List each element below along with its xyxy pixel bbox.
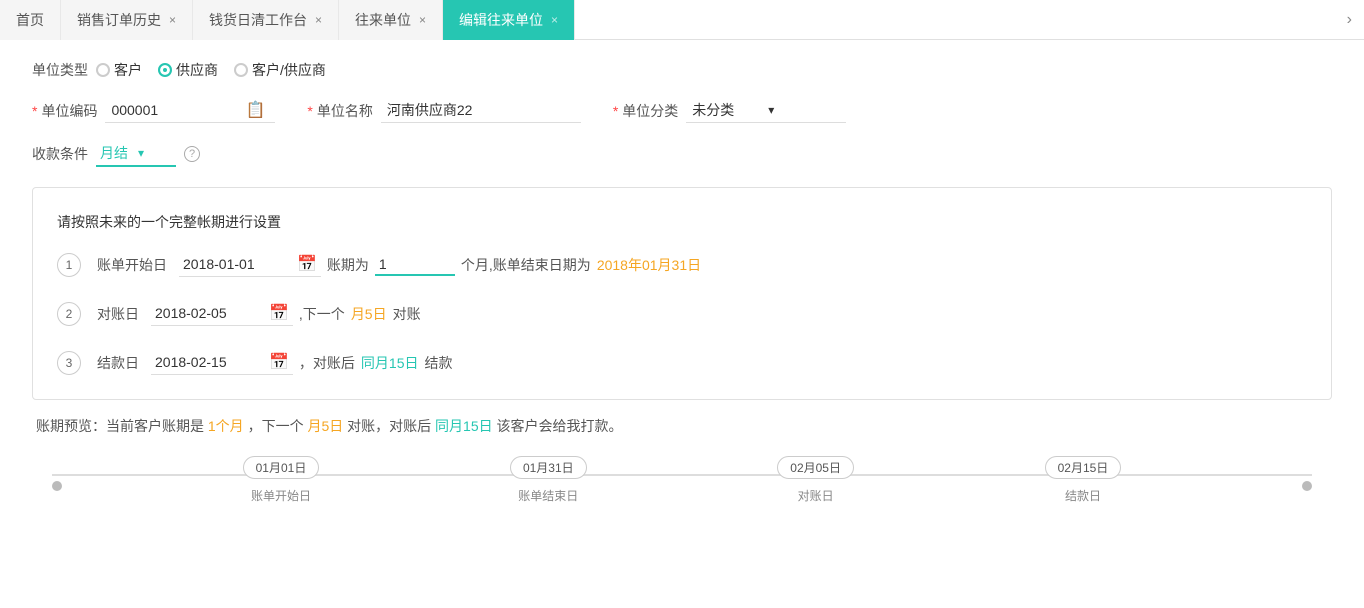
period-num-3: 3 — [57, 351, 81, 375]
reconcile-date-cal-icon[interactable]: 📅 — [269, 303, 289, 323]
reconcile-suffix-highlight: 月5日 — [351, 304, 387, 324]
unit-name-label: 单位名称 — [317, 101, 373, 121]
unit-category-chevron-icon: ▾ — [768, 103, 840, 117]
timeline-pill-4: 02月15日 — [1045, 456, 1122, 479]
payment-date-wrapper: 📅 — [151, 350, 293, 375]
timeline-start-cap — [52, 481, 62, 491]
radio-circle-supplier — [158, 63, 172, 77]
start-date-input[interactable] — [183, 256, 293, 272]
timeline-node-4: 02月15日 结款日 — [1045, 456, 1122, 504]
reconcile-date-input[interactable] — [155, 305, 265, 321]
preview-text: 账期预览：当前客户账期是 1个月 ，下一个 月5日 对账，对账后 同月15日 该… — [32, 416, 1332, 436]
unit-code-input[interactable] — [111, 102, 241, 118]
radio-customer-supplier[interactable]: 客户/供应商 — [234, 60, 326, 80]
unit-name-input[interactable] — [381, 98, 581, 123]
tab-sales-history[interactable]: 销售订单历史 × — [61, 0, 193, 40]
timeline-label-1: 账单开始日 — [251, 487, 311, 504]
reconcile-date-wrapper: 📅 — [151, 301, 293, 326]
payment-condition-select[interactable]: 月结 ▾ — [96, 141, 176, 167]
period-unit-text: 个月,账单结束日期为 — [461, 255, 591, 275]
radio-supplier[interactable]: 供应商 — [158, 60, 218, 80]
timeline-container: 01月01日 账单开始日 01月31日 账单结束日 02月05日 对账日 02月… — [32, 456, 1332, 504]
unit-type-row: 单位类型 客户 供应商 客户/供应商 — [32, 60, 1332, 80]
unit-name-required-star: * — [307, 103, 312, 119]
unit-category-required-star: * — [613, 103, 618, 119]
tabs-chevron[interactable]: › — [1335, 11, 1364, 29]
unit-code-group: * 单位编码 📋 — [32, 98, 275, 123]
tab-cash-work[interactable]: 钱货日清工作台 × — [193, 0, 339, 40]
unit-code-label: 单位编码 — [41, 101, 97, 121]
unit-code-required-star: * — [32, 103, 37, 119]
tab-edit-partner[interactable]: 编辑往来单位 × — [443, 0, 575, 40]
unit-type-label: 单位类型 — [32, 60, 88, 80]
payment-date-cal-icon[interactable]: 📅 — [269, 352, 289, 372]
unit-category-select[interactable]: 未分类 ▾ — [686, 98, 846, 123]
tab-partner-units[interactable]: 往来单位 × — [339, 0, 443, 40]
timeline-node-1: 01月01日 账单开始日 — [243, 456, 320, 504]
unit-code-input-wrapper: 📋 — [105, 98, 275, 123]
tabs-bar: 首页 销售订单历史 × 钱货日清工作台 × 往来单位 × 编辑往来单位 × › — [0, 0, 1364, 40]
help-icon[interactable]: ? — [184, 146, 200, 162]
unit-code-copy-btn[interactable]: 📋 — [241, 100, 269, 120]
payment-suffix-highlight: 同月15日 — [361, 353, 419, 373]
unit-type-radio-group: 客户 供应商 客户/供应商 — [96, 60, 326, 80]
period-label-as: 账期为 — [327, 255, 369, 275]
timeline-node-3: 02月05日 对账日 — [777, 456, 854, 504]
unit-category-group: * 单位分类 未分类 ▾ — [613, 98, 846, 123]
radio-customer[interactable]: 客户 — [96, 60, 142, 80]
unit-info-row: * 单位编码 📋 * 单位名称 * 单位分类 未分类 ▾ — [32, 98, 1332, 123]
period-card: 请按照未来的一个完整帐期进行设置 1 账单开始日 📅 账期为 个月,账单结束日期… — [32, 187, 1332, 400]
timeline-node-2: 01月31日 账单结束日 — [510, 456, 587, 504]
tab-home[interactable]: 首页 — [0, 0, 61, 40]
payment-suffix-pre: ，对账后 — [299, 353, 355, 373]
payment-condition-value: 月结 — [100, 143, 134, 163]
card-title: 请按照未来的一个完整帐期进行设置 — [57, 212, 1307, 232]
period-months-input[interactable] — [375, 254, 455, 276]
period-label-3: 结款日 — [97, 353, 139, 373]
unit-name-group: * 单位名称 — [307, 98, 580, 123]
period-num-2: 2 — [57, 302, 81, 326]
period-end-date: 2018年01月31日 — [597, 255, 701, 275]
payment-date-input[interactable] — [155, 354, 265, 370]
timeline-end-cap — [1302, 481, 1312, 491]
payment-condition-chevron-icon: ▾ — [138, 146, 172, 160]
radio-circle-customer-supplier — [234, 63, 248, 77]
reconcile-suffix-post: 对账 — [393, 304, 421, 324]
close-tab-cash-work[interactable]: × — [315, 13, 322, 27]
period-row-1: 1 账单开始日 📅 账期为 个月,账单结束日期为 2018年01月31日 — [57, 252, 1307, 277]
period-label-2: 对账日 — [97, 304, 139, 324]
close-tab-sales-history[interactable]: × — [169, 13, 176, 27]
period-row-2: 2 对账日 📅 ,下一个 月5日 对账 — [57, 301, 1307, 326]
close-tab-partner-units[interactable]: × — [419, 13, 426, 27]
payment-suffix-post: 结款 — [425, 353, 453, 373]
unit-category-label: 单位分类 — [622, 101, 678, 121]
radio-circle-customer — [96, 63, 110, 77]
payment-condition-row: 收款条件 月结 ▾ ? — [32, 141, 1332, 167]
timeline-pill-2: 01月31日 — [510, 456, 587, 479]
timeline-label-3: 对账日 — [798, 487, 834, 504]
close-tab-edit-partner[interactable]: × — [551, 13, 558, 27]
payment-condition-label: 收款条件 — [32, 144, 88, 164]
timeline-label-4: 结款日 — [1065, 487, 1101, 504]
timeline-pill-3: 02月05日 — [777, 456, 854, 479]
start-date-cal-icon[interactable]: 📅 — [297, 254, 317, 274]
timeline-pill-1: 01月01日 — [243, 456, 320, 479]
timeline-nodes: 01月01日 账单开始日 01月31日 账单结束日 02月05日 对账日 02月… — [52, 456, 1312, 504]
period-num-1: 1 — [57, 253, 81, 277]
start-date-wrapper: 📅 — [179, 252, 321, 277]
timeline-label-2: 账单结束日 — [518, 487, 578, 504]
reconcile-suffix-pre: ,下一个 — [299, 304, 345, 324]
period-label-1: 账单开始日 — [97, 255, 167, 275]
period-row-3: 3 结款日 📅 ，对账后 同月15日 结款 — [57, 350, 1307, 375]
main-content: 单位类型 客户 供应商 客户/供应商 * 单位编码 📋 — [0, 40, 1364, 608]
